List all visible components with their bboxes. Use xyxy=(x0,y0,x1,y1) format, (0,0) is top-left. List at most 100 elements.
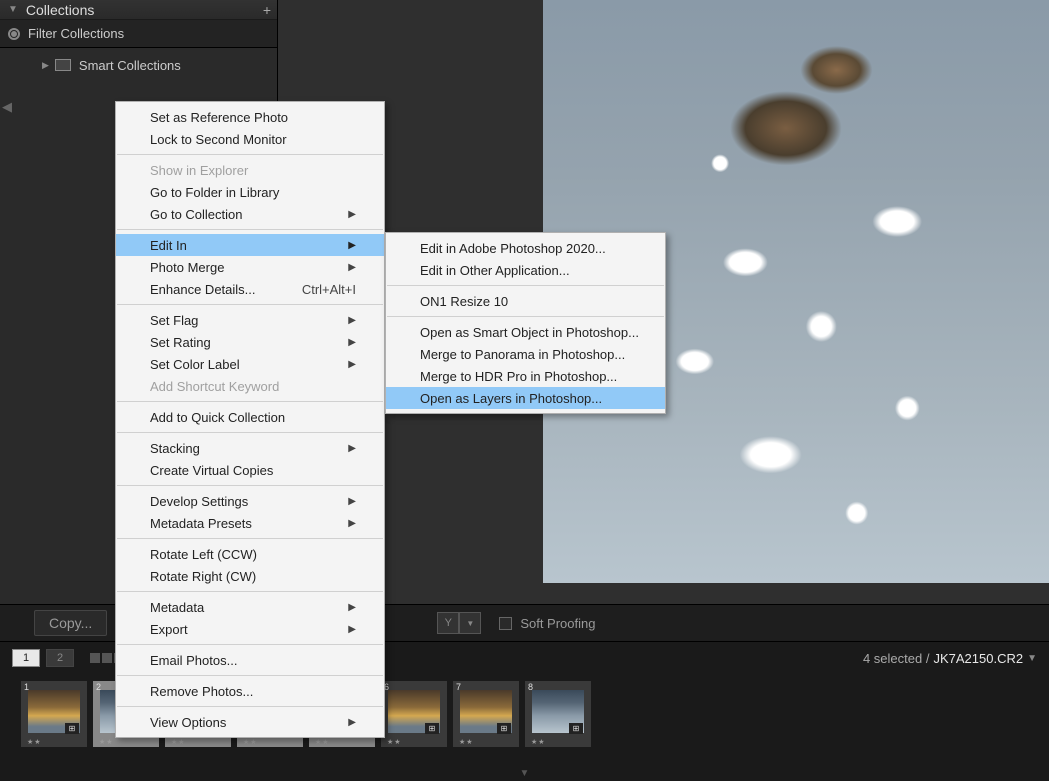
thumb-rating: ★★ xyxy=(27,738,42,746)
menu-item[interactable]: Rotate Right (CW) xyxy=(116,565,384,587)
menu-item-label: Create Virtual Copies xyxy=(150,463,273,478)
secondary-display-2[interactable]: 2 xyxy=(46,649,74,667)
thumb-badge-icon: ⊞ xyxy=(425,723,439,734)
menu-separator xyxy=(117,304,383,305)
filmstrip-thumbnail[interactable]: 1 ⊞ ★★ xyxy=(20,680,88,748)
submenu-arrow-icon: ▶ xyxy=(348,240,356,251)
menu-item-label: Edit in Adobe Photoshop 2020... xyxy=(420,241,606,256)
menu-item[interactable]: Edit In ▶ xyxy=(116,234,384,256)
thumb-badge-icon: ⊞ xyxy=(65,723,79,734)
soft-proofing-toggle[interactable]: Soft Proofing xyxy=(499,616,595,631)
photo-context-menu: Set as Reference Photo Lock to Second Mon… xyxy=(115,101,385,738)
menu-item[interactable]: Set as Reference Photo xyxy=(116,106,384,128)
menu-item-label: Set as Reference Photo xyxy=(150,110,288,125)
smart-collections-label: Smart Collections xyxy=(79,58,181,73)
menu-item[interactable]: Set Color Label ▶ xyxy=(116,353,384,375)
menu-separator xyxy=(117,675,383,676)
copy-button[interactable]: Copy... xyxy=(34,610,107,636)
filmstrip-thumbnail[interactable]: 8 ⊞ ★★ xyxy=(524,680,592,748)
menu-separator xyxy=(117,229,383,230)
menu-item[interactable]: Set Flag▶ xyxy=(116,309,384,331)
checkbox-icon xyxy=(499,617,512,630)
menu-item[interactable]: Metadata Presets▶ xyxy=(116,512,384,534)
menu-item: Add Shortcut Keyword xyxy=(116,375,384,397)
menu-item[interactable]: Export▶ xyxy=(116,618,384,640)
menu-item[interactable]: Remove Photos... xyxy=(116,680,384,702)
menu-item-label: ON1 Resize 10 xyxy=(420,294,508,309)
menu-item[interactable]: View Options ▶ xyxy=(116,711,384,733)
submenu-arrow-icon: ▶ xyxy=(348,337,356,348)
menu-item-label: Add Shortcut Keyword xyxy=(150,379,279,394)
menu-item[interactable]: Lock to Second Monitor xyxy=(116,128,384,150)
menu-item-label: Remove Photos... xyxy=(150,684,253,699)
current-filename: JK7A2150.CR2 xyxy=(933,651,1023,666)
menu-separator xyxy=(387,316,664,317)
menu-item[interactable]: Rotate Left (CCW) xyxy=(116,543,384,565)
menu-item[interactable]: Photo Merge▶ xyxy=(116,256,384,278)
submenu-arrow-icon: ▶ xyxy=(348,624,356,635)
submenu-arrow-icon: ▶ xyxy=(348,359,356,370)
thumb-rating: ★★ xyxy=(99,738,114,746)
menu-item-label: Metadata xyxy=(150,600,204,615)
filmstrip-collapse-handle[interactable]: ▼ xyxy=(520,768,530,779)
left-panel-expand-handle[interactable]: ◀ xyxy=(0,95,14,119)
menu-item[interactable]: Stacking▶ xyxy=(116,437,384,459)
thumb-rating: ★★ xyxy=(531,738,546,746)
menu-item[interactable]: Develop Settings ▶ xyxy=(116,490,384,512)
before-after-toggle[interactable]: Y xyxy=(437,612,459,634)
panel-title: Collections xyxy=(26,2,94,18)
submenu-arrow-icon: ▶ xyxy=(348,496,356,507)
search-icon xyxy=(8,28,20,40)
menu-item-label: Add to Quick Collection xyxy=(150,410,285,425)
menu-item-label: Set Color Label xyxy=(150,357,240,372)
menu-item[interactable]: Merge to Panorama in Photoshop... xyxy=(386,343,665,365)
menu-item[interactable]: Enhance Details...Ctrl+Alt+I xyxy=(116,278,384,300)
submenu-arrow-icon: ▶ xyxy=(348,518,356,529)
add-collection-icon[interactable]: + xyxy=(263,2,271,18)
menu-item[interactable]: Email Photos... xyxy=(116,649,384,671)
menu-item-label: View Options xyxy=(150,715,226,730)
menu-item[interactable]: Metadata▶ xyxy=(116,596,384,618)
menu-item[interactable]: Create Virtual Copies xyxy=(116,459,384,481)
submenu-arrow-icon: ▶ xyxy=(348,443,356,454)
filmstrip-thumbnail[interactable]: 7 ⊞ ★★ xyxy=(452,680,520,748)
before-after-mode-dropdown[interactable]: ▼ xyxy=(459,612,481,634)
expand-icon: ▶ xyxy=(42,60,49,71)
menu-separator xyxy=(117,432,383,433)
menu-item-label: Lock to Second Monitor xyxy=(150,132,287,147)
menu-item-label: Open as Layers in Photoshop... xyxy=(420,391,602,406)
menu-item-label: Open as Smart Object in Photoshop... xyxy=(420,325,639,340)
submenu-arrow-icon: ▶ xyxy=(348,717,356,728)
menu-item[interactable]: Go to Folder in Library xyxy=(116,181,384,203)
menu-item[interactable]: Edit in Other Application... xyxy=(386,259,665,281)
selection-count: 4 selected / xyxy=(863,651,930,666)
menu-item[interactable]: Edit in Adobe Photoshop 2020... xyxy=(386,237,665,259)
menu-item[interactable]: Add to Quick Collection xyxy=(116,406,384,428)
secondary-display-1[interactable]: 1 xyxy=(12,649,40,667)
menu-item-label: Go to Collection xyxy=(150,207,243,222)
filter-collections-row[interactable]: Filter Collections xyxy=(0,20,277,48)
menu-item[interactable]: Set Rating ▶ xyxy=(116,331,384,353)
thumb-badge-icon: ⊞ xyxy=(497,723,511,734)
submenu-arrow-icon: ▶ xyxy=(348,315,356,326)
filmstrip-thumbnail[interactable]: 6 ⊞ ★★ xyxy=(380,680,448,748)
smart-collection-icon xyxy=(55,59,71,71)
menu-item[interactable]: ON1 Resize 10 xyxy=(386,290,665,312)
menu-item[interactable]: Go to Collection▶ xyxy=(116,203,384,225)
menu-item-label: Photo Merge xyxy=(150,260,224,275)
menu-item-label: Rotate Right (CW) xyxy=(150,569,256,584)
menu-item[interactable]: Merge to HDR Pro in Photoshop... xyxy=(386,365,665,387)
menu-item-label: Set Rating xyxy=(150,335,211,350)
soft-proofing-label: Soft Proofing xyxy=(520,616,595,631)
menu-separator xyxy=(117,154,383,155)
menu-item-label: Edit In xyxy=(150,238,187,253)
menu-item[interactable]: Open as Smart Object in Photoshop... xyxy=(386,321,665,343)
smart-collections-row[interactable]: ▶ Smart Collections xyxy=(0,54,277,76)
before-after-toggle-group: Y ▼ xyxy=(437,612,481,634)
thumb-rating: ★★ xyxy=(171,738,186,746)
menu-item-label: Develop Settings xyxy=(150,494,248,509)
menu-item[interactable]: Open as Layers in Photoshop... xyxy=(386,387,665,409)
thumb-rating: ★★ xyxy=(315,738,330,746)
collections-header[interactable]: ▼ Collections + xyxy=(0,0,277,20)
filmstrip-breadcrumb[interactable]: 4 selected / JK7A2150.CR2 ▼ xyxy=(863,651,1037,666)
